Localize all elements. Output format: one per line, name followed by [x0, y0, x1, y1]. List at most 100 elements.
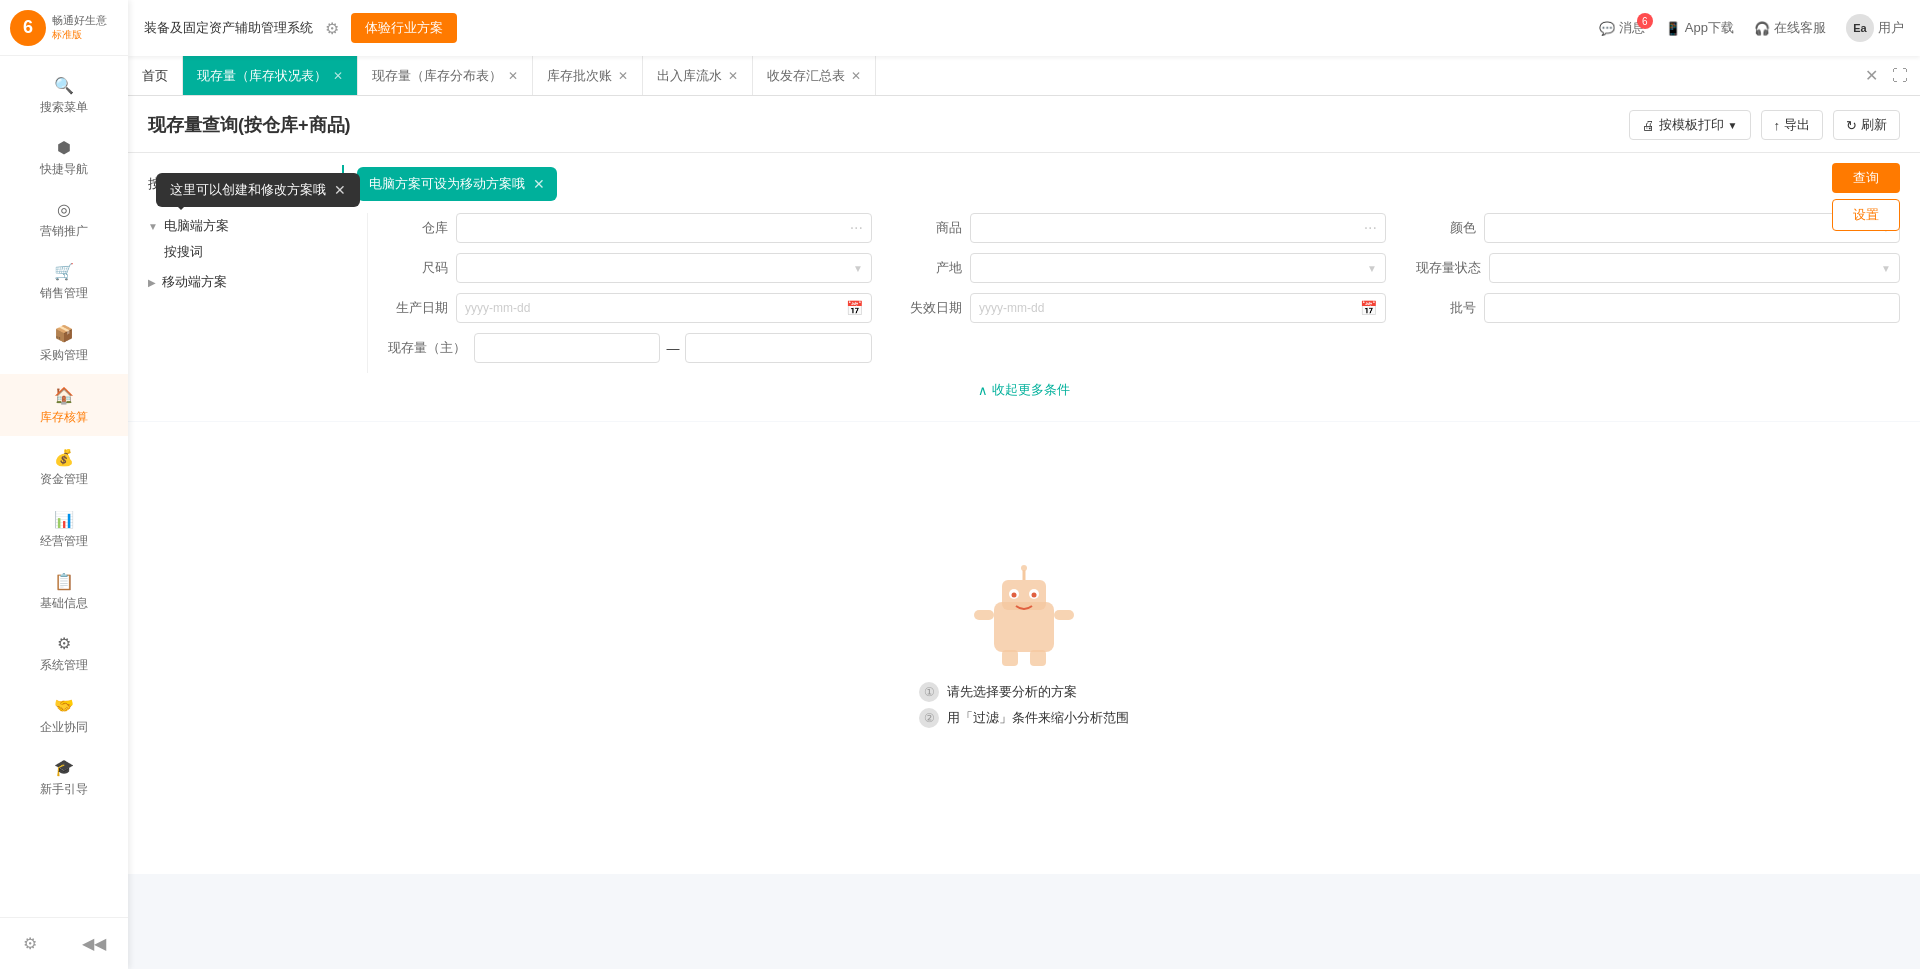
svg-point-5 [1032, 593, 1037, 598]
tab-collect-table-label: 收发存汇总表 [767, 67, 845, 85]
sidebar-bottom: ⚙ ◀◀ [0, 917, 128, 969]
app-download-label: App下载 [1685, 19, 1734, 37]
tooltip2-text: 这里可以创建和修改方案哦 [170, 181, 326, 199]
sidebar-item-label: 营销推广 [40, 223, 88, 240]
tab-close-all-icon[interactable]: ✕ [1861, 62, 1882, 89]
tab-collect-table[interactable]: 收发存汇总表 ✕ [753, 56, 876, 95]
expire-date-input[interactable]: yyyy-mm-dd 📅 [970, 293, 1386, 323]
filter-field-stock-status: 现存量状态 ▼ [1416, 253, 1900, 283]
filter-field-warehouse: 仓库 ··· [388, 213, 872, 243]
sidebar-item-finance[interactable]: 💰 资金管理 [0, 436, 128, 498]
scheme-item-mobile[interactable]: ▶ 移动端方案 [148, 269, 357, 295]
stock-status-select[interactable]: ▼ [1489, 253, 1900, 283]
scheme-item-search[interactable]: 按搜词 [164, 239, 357, 265]
empty-step1: ① 请先选择要分析的方案 [919, 682, 1129, 702]
app-download-item[interactable]: 📱 App下载 [1665, 19, 1734, 37]
action-buttons: 查询 设置 [1832, 163, 1900, 231]
produce-date-calendar-icon[interactable]: 📅 [846, 300, 863, 316]
sidebar-item-newbie[interactable]: 🎓 新手引导 [0, 746, 128, 808]
filter-field-batch-no: 批号 [1416, 293, 1900, 323]
tab-home[interactable]: 首页 [128, 56, 183, 95]
sidebar-item-label: 采购管理 [40, 347, 88, 364]
batch-no-input[interactable] [1484, 293, 1900, 323]
user-item[interactable]: Ea 用户 [1846, 14, 1904, 42]
color-label: 颜色 [1416, 219, 1476, 237]
gear-icon[interactable]: ⚙ [325, 19, 339, 38]
collapse-row[interactable]: ∧ 收起更多条件 [148, 373, 1900, 407]
finance-icon: 💰 [53, 446, 75, 468]
sidebar-item-guide[interactable]: ⬢ 快捷导航 [0, 126, 128, 188]
sidebar-item-system[interactable]: ⚙ 系统管理 [0, 622, 128, 684]
collapse-label: 收起更多条件 [992, 381, 1070, 399]
filter-row-1: 仓库 ··· 商品 ··· 颜色 [388, 213, 1900, 243]
sidebar-nav: 🔍 搜索菜单 ⬢ 快捷导航 ◎ 营销推广 🛒 销售管理 📦 采购管理 🏠 库存核… [0, 56, 128, 917]
print-template-button[interactable]: 🖨 按模板打印 ▼ [1629, 110, 1751, 140]
scheme-sub-items: 按搜词 [148, 239, 357, 265]
sidebar-item-operation[interactable]: 📊 经营管理 [0, 498, 128, 560]
sidebar-item-label: 经营管理 [40, 533, 88, 550]
tooltip2-close[interactable]: ✕ [334, 182, 346, 198]
size-select[interactable]: ▼ [456, 253, 872, 283]
online-service-item[interactable]: 🎧 在线客服 [1754, 19, 1826, 37]
logo-icon: 6 [10, 10, 46, 46]
svg-point-4 [1012, 593, 1017, 598]
warehouse-input[interactable]: ··· [456, 213, 872, 243]
tab-in-out-flow[interactable]: 出入库流水 ✕ [643, 56, 753, 95]
sidebar-item-inventory[interactable]: 🏠 库存核算 [0, 374, 128, 436]
warehouse-dots-icon[interactable]: ··· [850, 219, 863, 237]
sidebar-item-basic[interactable]: 📋 基础信息 [0, 560, 128, 622]
svg-rect-8 [1002, 650, 1018, 666]
goods-label: 商品 [902, 219, 962, 237]
tab-close-inventory-status[interactable]: ✕ [333, 69, 343, 83]
tooltip1-close[interactable]: ✕ [533, 176, 545, 192]
goods-dots-icon[interactable]: ··· [1364, 219, 1377, 237]
tab-in-out-flow-label: 出入库流水 [657, 67, 722, 85]
system-icon: ⚙ [53, 632, 75, 654]
tab-batch-account-label: 库存批次账 [547, 67, 612, 85]
sidebar-item-search[interactable]: 🔍 搜索菜单 [0, 64, 128, 126]
refresh-button[interactable]: ↻ 刷新 [1833, 110, 1900, 140]
tab-inventory-dist[interactable]: 现存量（库存分布表） ✕ [358, 56, 533, 95]
scheme-item-desktop[interactable]: ▼ 电脑端方案 [148, 213, 357, 239]
sidebar-item-marketing[interactable]: ◎ 营销推广 [0, 188, 128, 250]
stock-main-to-input[interactable] [685, 333, 871, 363]
top-header: 装备及固定资产辅助管理系统 ⚙ 体验行业方案 💬 消息 6 📱 App下载 🎧 … [128, 0, 1920, 56]
tab-inventory-status[interactable]: 现存量（库存状况表） ✕ [183, 56, 358, 95]
sales-icon: 🛒 [53, 260, 75, 282]
notification-item[interactable]: 💬 消息 6 [1599, 19, 1645, 37]
tab-batch-account[interactable]: 库存批次账 ✕ [533, 56, 643, 95]
sidebar-item-purchase[interactable]: 📦 采购管理 [0, 312, 128, 374]
stock-status-chevron-icon: ▼ [1881, 263, 1891, 274]
tab-expand-icon[interactable]: ⛶ [1888, 63, 1912, 89]
produce-date-input[interactable]: yyyy-mm-dd 📅 [456, 293, 872, 323]
size-chevron-icon: ▼ [853, 263, 863, 274]
origin-select[interactable]: ▼ [970, 253, 1386, 283]
filter-field-expire-date: 失效日期 yyyy-mm-dd 📅 [902, 293, 1386, 323]
page-title: 现存量查询(按仓库+商品) [148, 113, 351, 137]
settings-button[interactable]: 设置 [1832, 199, 1900, 231]
stock-main-from-input[interactable] [474, 333, 660, 363]
industry-solution-button[interactable]: 体验行业方案 [351, 13, 457, 43]
query-button[interactable]: 查询 [1832, 163, 1900, 193]
scheme-mobile-label: 移动端方案 [162, 273, 227, 291]
svg-rect-7 [1054, 610, 1074, 620]
sidebar-item-label: 新手引导 [40, 781, 88, 798]
tab-close-collect-table[interactable]: ✕ [851, 69, 861, 83]
sidebar-item-enterprise[interactable]: 🤝 企业协同 [0, 684, 128, 746]
goods-input[interactable]: ··· [970, 213, 1386, 243]
collapse-icon[interactable]: ◀◀ [76, 928, 112, 959]
scheme-item-mobile-wrapper: ▶ 移动端方案 [148, 269, 357, 295]
empty-state-area: ① 请先选择要分析的方案 ② 用「过滤」条件来缩小分析范围 [128, 422, 1920, 874]
expire-date-calendar-icon[interactable]: 📅 [1360, 300, 1377, 316]
tab-close-inventory-dist[interactable]: ✕ [508, 69, 518, 83]
search-icon: 🔍 [53, 74, 75, 96]
expire-date-placeholder: yyyy-mm-dd [979, 301, 1044, 315]
batch-no-label: 批号 [1416, 299, 1476, 317]
tab-close-in-out-flow[interactable]: ✕ [728, 69, 738, 83]
tab-close-batch-account[interactable]: ✕ [618, 69, 628, 83]
stock-main-range: — [474, 333, 872, 363]
sidebar-item-sales[interactable]: 🛒 销售管理 [0, 250, 128, 312]
export-button[interactable]: ↑ 导出 [1761, 110, 1824, 140]
sidebar-item-label: 基础信息 [40, 595, 88, 612]
settings-bottom-icon[interactable]: ⚙ [17, 928, 43, 959]
